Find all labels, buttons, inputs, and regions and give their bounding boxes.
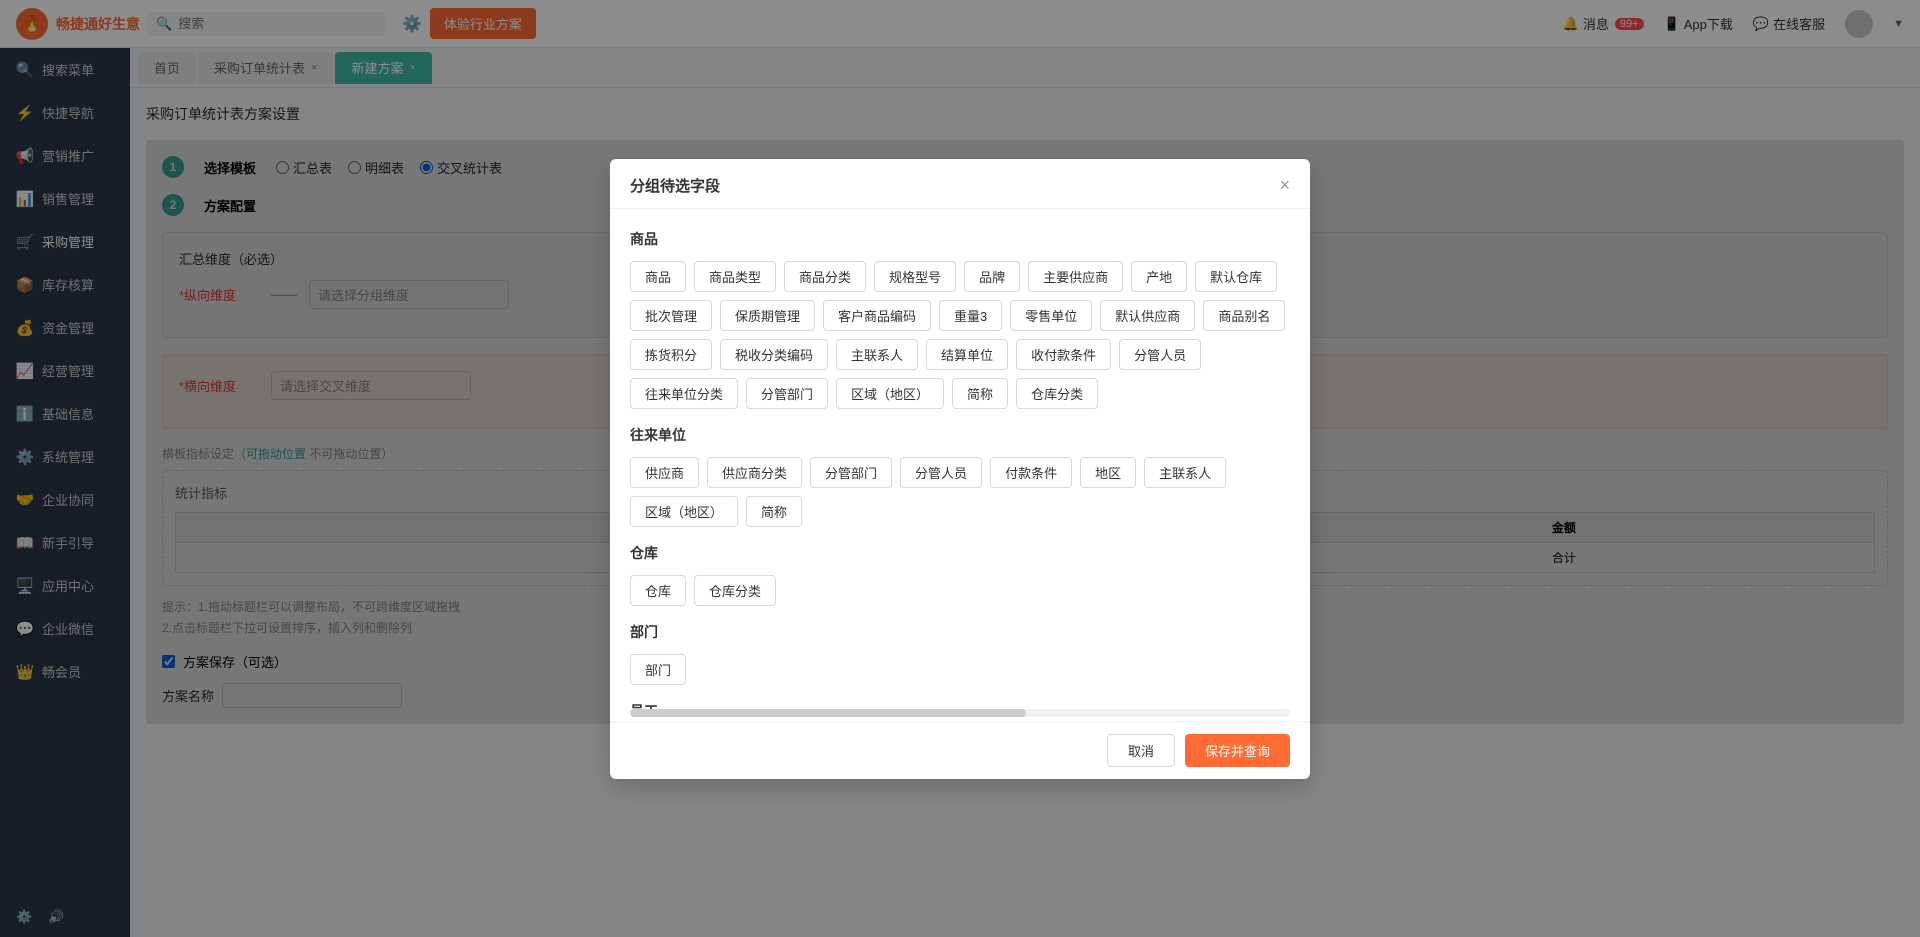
field-tag[interactable]: 仓库 xyxy=(630,575,686,606)
field-tag[interactable]: 供应商 xyxy=(630,457,699,488)
field-tag[interactable]: 保质期管理 xyxy=(720,300,815,331)
confirm-btn[interactable]: 保存并查询 xyxy=(1185,734,1290,767)
field-tag[interactable]: 商品 xyxy=(630,261,686,292)
field-tag[interactable]: 付款条件 xyxy=(990,457,1072,488)
field-tag[interactable]: 拣货积分 xyxy=(630,339,712,370)
field-tag[interactable]: 规格型号 xyxy=(874,261,956,292)
field-tag[interactable]: 默认仓库 xyxy=(1195,261,1277,292)
field-tag[interactable]: 区域（地区） xyxy=(630,496,738,527)
cancel-btn[interactable]: 取消 xyxy=(1107,734,1175,767)
field-tag[interactable]: 商品别名 xyxy=(1203,300,1285,331)
dialog-close-btn[interactable]: × xyxy=(1279,176,1290,194)
field-grid-部门: 部门 xyxy=(630,654,1290,685)
field-tag[interactable]: 简称 xyxy=(746,496,802,527)
field-grid-往来单位: 供应商供应商分类分管部门分管人员付款条件地区主联系人区域（地区） 简称 xyxy=(630,457,1290,527)
field-tag[interactable]: 默认供应商 xyxy=(1100,300,1195,331)
field-tag[interactable]: 重量3 xyxy=(939,300,1002,331)
field-tag[interactable]: 区域（地区） xyxy=(836,378,944,409)
field-tag[interactable]: 品牌 xyxy=(964,261,1020,292)
field-tag[interactable]: 主联系人 xyxy=(1144,457,1226,488)
field-tag[interactable]: 供应商分类 xyxy=(707,457,802,488)
field-tag[interactable]: 仓库分类 xyxy=(1016,378,1098,409)
field-grid-商品: 商品商品类型商品分类规格型号品牌主要供应商产地默认仓库批次管理保质期管理客户商品… xyxy=(630,261,1290,409)
field-tag[interactable]: 部门 xyxy=(630,654,686,685)
field-tag[interactable]: 分管人员 xyxy=(1119,339,1201,370)
field-tag[interactable]: 简称 xyxy=(952,378,1008,409)
field-select-dialog: 分组待选字段 × 商品商品商品类型商品分类规格型号品牌主要供应商产地默认仓库批次… xyxy=(610,159,1310,779)
dialog-title: 分组待选字段 xyxy=(630,175,720,196)
field-tag[interactable]: 零售单位 xyxy=(1010,300,1092,331)
section-title-往来单位: 往来单位 xyxy=(630,425,1290,445)
field-tag[interactable]: 地区 xyxy=(1080,457,1136,488)
field-tag[interactable]: 商品分类 xyxy=(784,261,866,292)
section-title-部门: 部门 xyxy=(630,622,1290,642)
field-tag[interactable]: 仓库分类 xyxy=(694,575,776,606)
field-tag[interactable]: 往来单位分类 xyxy=(630,378,738,409)
field-tag[interactable]: 分管部门 xyxy=(810,457,892,488)
field-tag[interactable]: 结算单位 xyxy=(926,339,1008,370)
field-tag[interactable]: 客户商品编码 xyxy=(823,300,931,331)
dialog-footer: 取消 保存并查询 xyxy=(610,721,1310,779)
section-title-商品: 商品 xyxy=(630,229,1290,249)
field-tag[interactable]: 分管人员 xyxy=(900,457,982,488)
overlay: 分组待选字段 × 商品商品商品类型商品分类规格型号品牌主要供应商产地默认仓库批次… xyxy=(0,0,1920,937)
scrollbar-area xyxy=(610,709,1310,721)
field-grid-仓库: 仓库仓库分类 xyxy=(630,575,1290,606)
field-tag[interactable]: 分管部门 xyxy=(746,378,828,409)
field-tag[interactable]: 批次管理 xyxy=(630,300,712,331)
field-tag[interactable]: 收付款条件 xyxy=(1016,339,1111,370)
section-title-员工: 员工 xyxy=(630,701,1290,709)
section-title-仓库: 仓库 xyxy=(630,543,1290,563)
field-tag[interactable]: 主要供应商 xyxy=(1028,261,1123,292)
field-tag[interactable]: 主联系人 xyxy=(836,339,918,370)
field-tag[interactable]: 税收分类编码 xyxy=(720,339,828,370)
field-tag[interactable]: 产地 xyxy=(1131,261,1187,292)
dialog-header: 分组待选字段 × xyxy=(610,159,1310,209)
dialog-body: 商品商品商品类型商品分类规格型号品牌主要供应商产地默认仓库批次管理保质期管理客户… xyxy=(610,209,1310,709)
field-tag[interactable]: 商品类型 xyxy=(694,261,776,292)
